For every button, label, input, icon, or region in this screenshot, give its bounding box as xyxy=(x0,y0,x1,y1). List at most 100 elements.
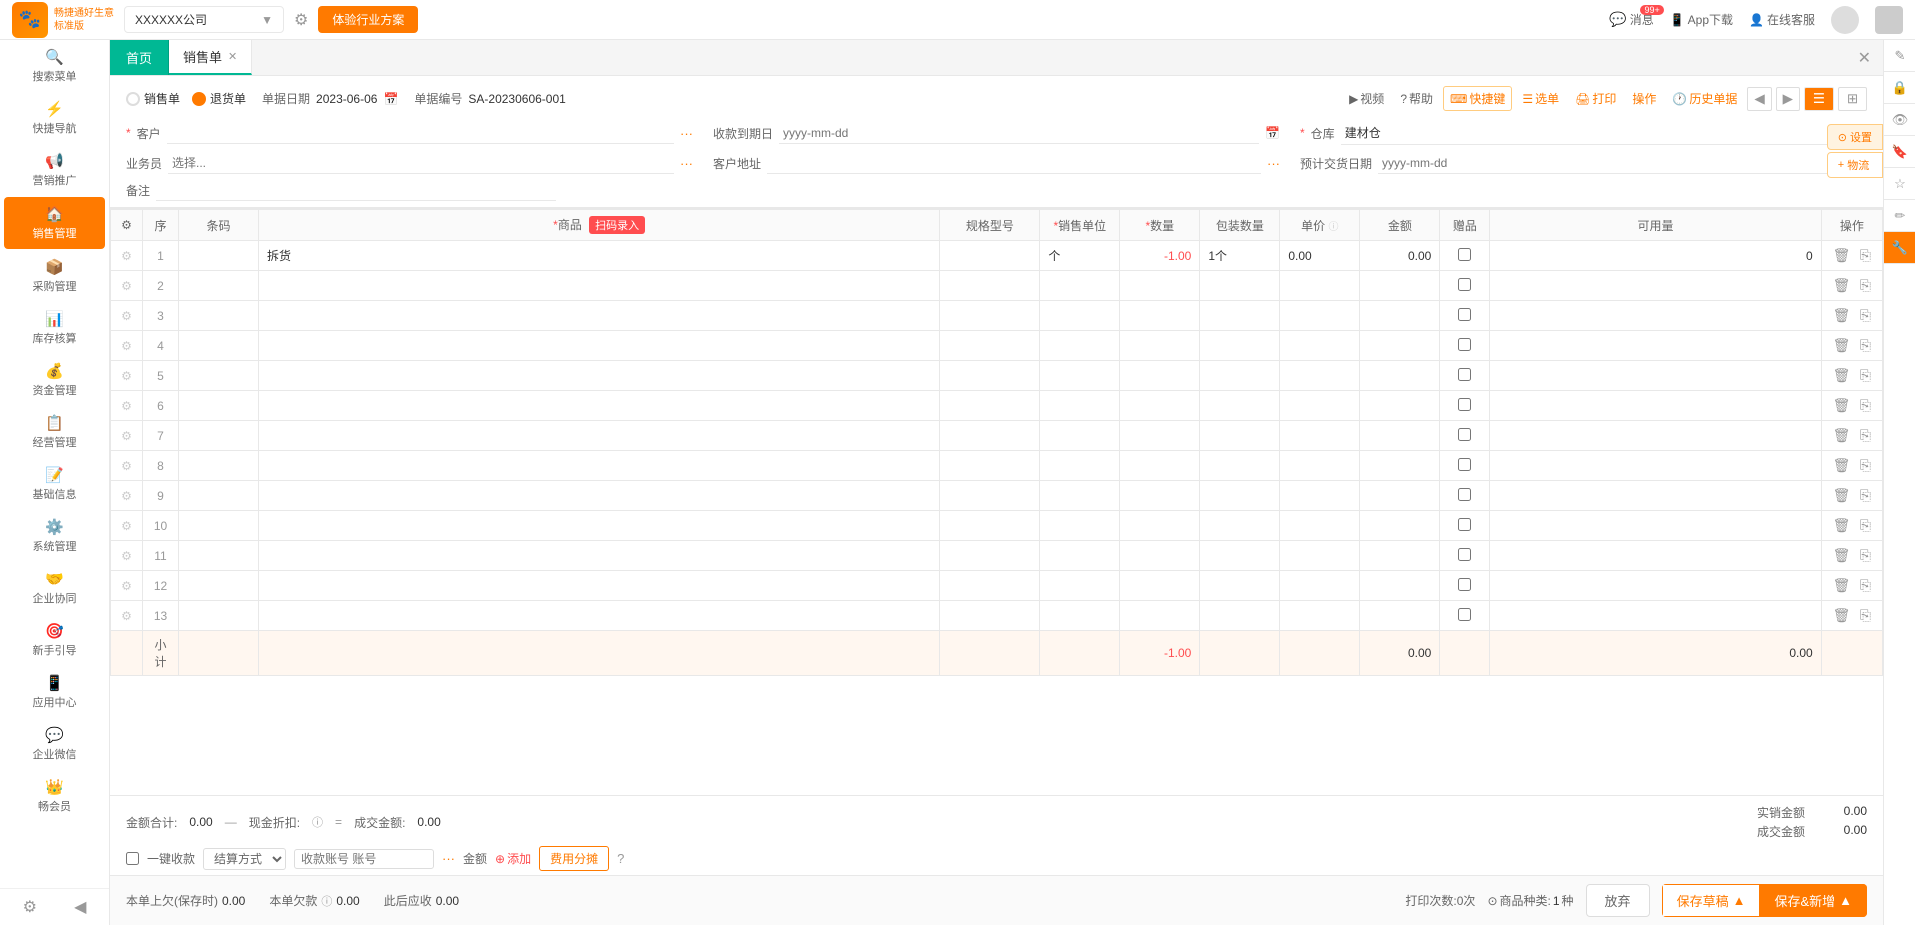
row-price[interactable] xyxy=(1280,361,1360,391)
company-selector[interactable]: XXXXXX公司 ▼ xyxy=(124,6,284,33)
row-product[interactable] xyxy=(259,601,940,631)
row-copy-btn[interactable]: ⎘ xyxy=(1857,396,1874,415)
row-price[interactable] xyxy=(1280,601,1360,631)
row-spec[interactable] xyxy=(940,271,1040,301)
toolbar-shortcut[interactable]: ⌨ 快捷键 xyxy=(1443,86,1512,111)
row-settings[interactable]: ⚙ xyxy=(111,361,143,391)
row-product[interactable] xyxy=(259,391,940,421)
receipt-calendar-icon[interactable]: 📅 xyxy=(1265,126,1280,140)
experience-btn[interactable]: 体验行业方案 xyxy=(318,6,418,33)
tab-sales-order[interactable]: 销售单 ✕ xyxy=(169,40,252,75)
row-barcode[interactable] xyxy=(179,541,259,571)
row-gift[interactable] xyxy=(1440,361,1490,391)
row-settings[interactable]: ⚙ xyxy=(111,541,143,571)
row-amount[interactable] xyxy=(1360,331,1440,361)
row-product[interactable] xyxy=(259,511,940,541)
row-gift[interactable] xyxy=(1440,541,1490,571)
settings-icon[interactable]: ⚙ xyxy=(294,10,308,30)
tab-close-icon[interactable]: ✕ xyxy=(228,50,237,63)
row-spec[interactable] xyxy=(940,451,1040,481)
row-barcode[interactable] xyxy=(179,391,259,421)
sidebar-item-inventory[interactable]: 📊 库存核算 xyxy=(0,302,109,354)
row-gift[interactable] xyxy=(1440,571,1490,601)
row-amount[interactable] xyxy=(1360,391,1440,421)
row-settings[interactable]: ⚙ xyxy=(111,481,143,511)
row-qty[interactable] xyxy=(1120,481,1200,511)
float-tool-btn[interactable]: 🔧 xyxy=(1884,232,1915,264)
sidebar-item-finance[interactable]: 💰 资金管理 xyxy=(0,354,109,406)
sidebar-item-search[interactable]: 🔍 搜索菜单 xyxy=(0,40,109,92)
row-copy-btn[interactable]: ⎘ xyxy=(1857,486,1874,505)
float-lock-btn[interactable]: 🔒 xyxy=(1884,72,1915,104)
row-amount[interactable] xyxy=(1360,451,1440,481)
row-copy-btn[interactable]: ⎘ xyxy=(1857,606,1874,625)
settings-panel-btn[interactable]: ⊙ 设置 xyxy=(1827,124,1883,150)
row-barcode[interactable] xyxy=(179,571,259,601)
row-qty[interactable] xyxy=(1120,421,1200,451)
row-gift[interactable] xyxy=(1440,391,1490,421)
row-product[interactable] xyxy=(259,541,940,571)
row-unit[interactable] xyxy=(1040,301,1120,331)
row-amount[interactable] xyxy=(1360,481,1440,511)
row-price[interactable]: 0.00 xyxy=(1280,241,1360,271)
row-spec[interactable] xyxy=(940,511,1040,541)
row-gift[interactable] xyxy=(1440,481,1490,511)
row-barcode[interactable] xyxy=(179,331,259,361)
row-product[interactable] xyxy=(259,481,940,511)
row-product[interactable]: 拆货 xyxy=(259,241,940,271)
row-spec[interactable] xyxy=(940,571,1040,601)
sidebar-item-enterprise[interactable]: 🤝 企业协同 xyxy=(0,562,109,614)
row-settings[interactable]: ⚙ xyxy=(111,301,143,331)
row-unit[interactable] xyxy=(1040,601,1120,631)
row-copy-btn[interactable]: ⎘ xyxy=(1857,426,1874,445)
radio-sales[interactable]: 销售单 xyxy=(126,90,180,107)
row-copy-btn[interactable]: ⎘ xyxy=(1857,576,1874,595)
row-amount[interactable] xyxy=(1360,511,1440,541)
row-delete-btn[interactable]: 🗑 xyxy=(1830,426,1854,445)
help-circle-icon[interactable]: ? xyxy=(617,851,624,866)
row-qty[interactable] xyxy=(1120,541,1200,571)
abandon-btn[interactable]: 放弃 xyxy=(1586,884,1650,917)
row-settings[interactable]: ⚙ xyxy=(111,571,143,601)
row-unit[interactable] xyxy=(1040,451,1120,481)
row-packqty[interactable] xyxy=(1200,271,1280,301)
row-barcode[interactable] xyxy=(179,451,259,481)
row-settings[interactable]: ⚙ xyxy=(111,241,143,271)
row-packqty[interactable] xyxy=(1200,571,1280,601)
row-unit[interactable] xyxy=(1040,361,1120,391)
info-icon2[interactable]: ⓘ xyxy=(321,893,332,909)
row-copy-btn[interactable]: ⎘ xyxy=(1857,546,1874,565)
customer-more-icon[interactable]: ··· xyxy=(680,126,693,141)
row-barcode[interactable] xyxy=(179,601,259,631)
row-unit[interactable] xyxy=(1040,571,1120,601)
row-barcode[interactable] xyxy=(179,361,259,391)
row-packqty[interactable] xyxy=(1200,301,1280,331)
row-packqty[interactable] xyxy=(1200,481,1280,511)
row-delete-btn[interactable]: 🗑 xyxy=(1830,456,1854,475)
row-settings[interactable]: ⚙ xyxy=(111,391,143,421)
sidebar-item-basic[interactable]: 📝 基础信息 xyxy=(0,458,109,510)
row-unit[interactable] xyxy=(1040,421,1120,451)
row-unit[interactable] xyxy=(1040,481,1120,511)
row-spec[interactable] xyxy=(940,391,1040,421)
sidebar-item-app-center[interactable]: 📱 应用中心 xyxy=(0,666,109,718)
float-eye-btn[interactable]: 👁 xyxy=(1884,104,1915,136)
row-copy-btn[interactable]: ⎘ xyxy=(1857,306,1874,325)
sidebar-item-system[interactable]: ⚙️ 系统管理 xyxy=(0,510,109,562)
row-settings[interactable]: ⚙ xyxy=(111,421,143,451)
row-delete-btn[interactable]: 🗑 xyxy=(1830,276,1854,295)
row-qty[interactable] xyxy=(1120,451,1200,481)
row-price[interactable] xyxy=(1280,271,1360,301)
expense-split-btn[interactable]: 费用分摊 xyxy=(539,846,609,871)
sidebar-item-guide[interactable]: 🎯 新手引导 xyxy=(0,614,109,666)
row-gift[interactable] xyxy=(1440,601,1490,631)
toolbar-history[interactable]: 🕐 历史单据 xyxy=(1666,87,1743,110)
logistics-panel-btn[interactable]: + 物流 xyxy=(1827,152,1883,178)
row-product[interactable] xyxy=(259,571,940,601)
row-qty[interactable] xyxy=(1120,361,1200,391)
row-product[interactable] xyxy=(259,421,940,451)
view-list-btn[interactable]: ☰ xyxy=(1804,87,1834,111)
add-payment-btn[interactable]: ⊕ 添加 xyxy=(495,850,531,867)
row-amount[interactable] xyxy=(1360,301,1440,331)
row-amount[interactable] xyxy=(1360,421,1440,451)
